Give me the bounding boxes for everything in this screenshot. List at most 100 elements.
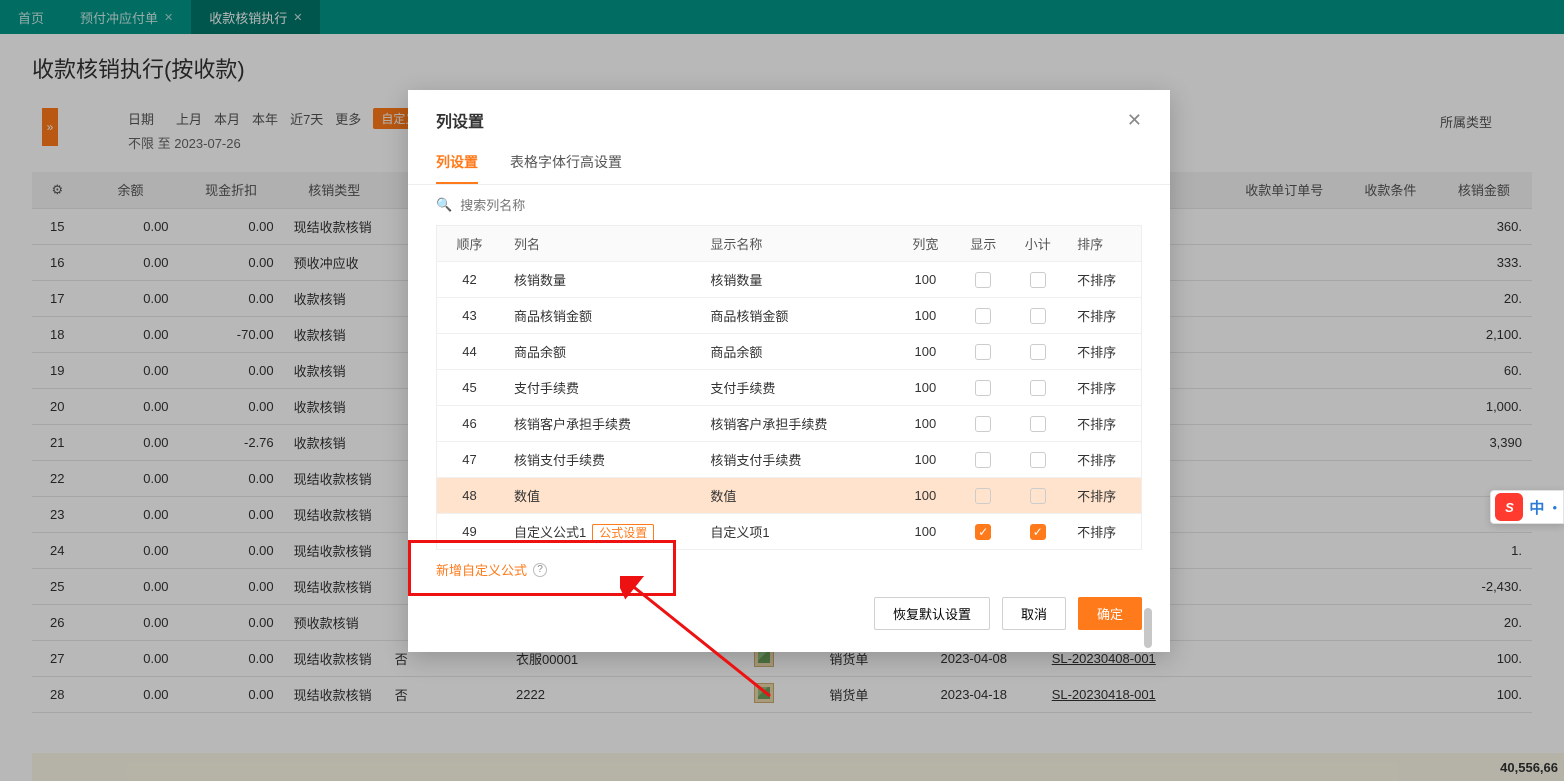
col-show[interactable]: ✓ <box>956 514 1011 550</box>
col-subtotal[interactable] <box>1011 442 1066 478</box>
col-sort[interactable]: 不排序 <box>1065 406 1141 442</box>
col-order: 44 <box>437 334 502 370</box>
column-row[interactable]: 45支付手续费支付手续费100不排序 <box>437 370 1142 406</box>
checkbox[interactable] <box>1030 416 1046 432</box>
checkbox[interactable] <box>1030 272 1046 288</box>
col-show[interactable] <box>956 262 1011 298</box>
search-icon: 🔍 <box>436 197 452 213</box>
colhead-display: 显示名称 <box>698 226 894 262</box>
col-display[interactable]: 商品核销金额 <box>698 298 894 334</box>
col-display[interactable]: 支付手续费 <box>698 370 894 406</box>
ime-logo-icon: S <box>1495 493 1523 521</box>
col-order: 43 <box>437 298 502 334</box>
col-order: 47 <box>437 442 502 478</box>
col-name: 商品余额 <box>502 334 698 370</box>
col-order: 49 <box>437 514 502 550</box>
add-formula-link[interactable]: 新增自定义公式 <box>436 560 527 579</box>
modal-title: 列设置 <box>436 108 484 132</box>
column-row[interactable]: 44商品余额商品余额100不排序 <box>437 334 1142 370</box>
col-show[interactable] <box>956 370 1011 406</box>
col-subtotal[interactable] <box>1011 334 1066 370</box>
col-sort[interactable]: 不排序 <box>1065 370 1141 406</box>
ime-lang-indicator[interactable]: 中 <box>1529 497 1544 518</box>
col-subtotal[interactable]: ✓ <box>1011 514 1066 550</box>
modal-tab-columns[interactable]: 列设置 <box>436 142 478 184</box>
modal-close-button[interactable]: ✕ <box>1127 110 1142 131</box>
checkbox[interactable] <box>1030 344 1046 360</box>
col-name: 数值 <box>502 478 698 514</box>
col-sort[interactable]: 不排序 <box>1065 478 1141 514</box>
checkbox[interactable]: ✓ <box>975 524 991 540</box>
restore-default-button[interactable]: 恢复默认设置 <box>874 597 990 630</box>
col-show[interactable] <box>956 442 1011 478</box>
col-show[interactable] <box>956 406 1011 442</box>
col-display[interactable]: 商品余额 <box>698 334 894 370</box>
checkbox[interactable] <box>975 344 991 360</box>
column-settings-modal: 列设置 ✕ 列设置 表格字体行高设置 🔍 顺序 列名 显示名称 列宽 显示 小计… <box>408 90 1170 652</box>
col-subtotal[interactable] <box>1011 406 1066 442</box>
col-subtotal[interactable] <box>1011 478 1066 514</box>
col-subtotal[interactable] <box>1011 298 1066 334</box>
col-width[interactable]: 100 <box>895 478 956 514</box>
col-show[interactable] <box>956 478 1011 514</box>
confirm-button[interactable]: 确定 <box>1078 597 1142 630</box>
col-display[interactable]: 核销客户承担手续费 <box>698 406 894 442</box>
column-row[interactable]: 48数值数值100不排序 <box>437 478 1142 514</box>
col-width[interactable]: 100 <box>895 370 956 406</box>
col-name: 核销数量 <box>502 262 698 298</box>
col-order: 48 <box>437 478 502 514</box>
col-width[interactable]: 100 <box>895 298 956 334</box>
col-sort[interactable]: 不排序 <box>1065 262 1141 298</box>
checkbox[interactable] <box>1030 488 1046 504</box>
col-order: 42 <box>437 262 502 298</box>
column-row[interactable]: 47核销支付手续费核销支付手续费100不排序 <box>437 442 1142 478</box>
colhead-colname: 列名 <box>502 226 698 262</box>
col-width[interactable]: 100 <box>895 514 956 550</box>
checkbox[interactable] <box>1030 308 1046 324</box>
checkbox[interactable] <box>975 380 991 396</box>
checkbox[interactable] <box>975 272 991 288</box>
col-display[interactable]: 数值 <box>698 478 894 514</box>
col-show[interactable] <box>956 334 1011 370</box>
checkbox[interactable] <box>975 488 991 504</box>
search-input[interactable] <box>460 198 1142 213</box>
colhead-sort: 排序 <box>1065 226 1141 262</box>
col-sort[interactable]: 不排序 <box>1065 298 1141 334</box>
col-name: 支付手续费 <box>502 370 698 406</box>
col-subtotal[interactable] <box>1011 370 1066 406</box>
col-sort[interactable]: 不排序 <box>1065 334 1141 370</box>
col-width[interactable]: 100 <box>895 262 956 298</box>
col-subtotal[interactable] <box>1011 262 1066 298</box>
column-row[interactable]: 46核销客户承担手续费核销客户承担手续费100不排序 <box>437 406 1142 442</box>
col-sort[interactable]: 不排序 <box>1065 514 1141 550</box>
modal-scrollbar[interactable] <box>1144 398 1152 648</box>
help-icon[interactable]: ? <box>533 563 547 577</box>
formula-settings-button[interactable]: 公式设置 <box>592 524 654 542</box>
col-name: 核销客户承担手续费 <box>502 406 698 442</box>
checkbox[interactable] <box>975 452 991 468</box>
column-row[interactable]: 43商品核销金额商品核销金额100不排序 <box>437 298 1142 334</box>
col-display[interactable]: 自定义项1 <box>698 514 894 550</box>
column-row[interactable]: 42核销数量核销数量100不排序 <box>437 262 1142 298</box>
col-sort[interactable]: 不排序 <box>1065 442 1141 478</box>
col-show[interactable] <box>956 298 1011 334</box>
col-display[interactable]: 核销数量 <box>698 262 894 298</box>
checkbox[interactable] <box>975 416 991 432</box>
column-row[interactable]: 49自定义公式1公式设置自定义项1100✓✓不排序 <box>437 514 1142 550</box>
cancel-button[interactable]: 取消 <box>1002 597 1066 630</box>
ime-widget[interactable]: S 中 • <box>1490 490 1564 524</box>
ime-more-icon[interactable]: • <box>1552 500 1557 515</box>
col-width[interactable]: 100 <box>895 442 956 478</box>
checkbox[interactable] <box>1030 380 1046 396</box>
checkbox[interactable] <box>975 308 991 324</box>
modal-tab-rowheight[interactable]: 表格字体行高设置 <box>510 142 622 184</box>
col-display[interactable]: 核销支付手续费 <box>698 442 894 478</box>
checkbox[interactable]: ✓ <box>1030 524 1046 540</box>
col-name: 核销支付手续费 <box>502 442 698 478</box>
col-width[interactable]: 100 <box>895 406 956 442</box>
checkbox[interactable] <box>1030 452 1046 468</box>
colhead-subtotal: 小计 <box>1011 226 1066 262</box>
col-width[interactable]: 100 <box>895 334 956 370</box>
col-order: 46 <box>437 406 502 442</box>
colhead-show: 显示 <box>956 226 1011 262</box>
